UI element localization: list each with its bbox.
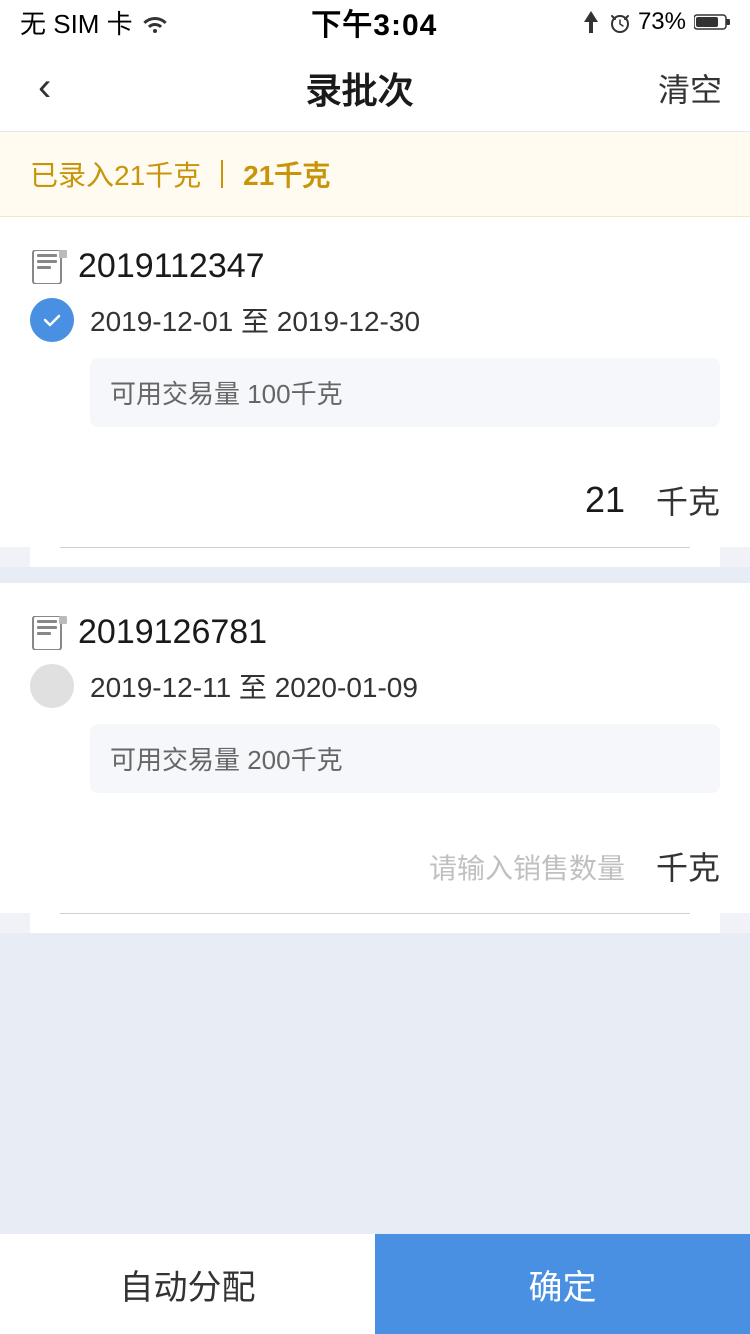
batch-doc-icon-2 <box>30 616 68 650</box>
batch-date-row-2[interactable]: 2019-12-11 至 2020-01-09 <box>30 664 720 708</box>
input-underline-2 <box>30 913 720 933</box>
batch-avail-qty-2: 可用交易量 200千克 <box>110 745 343 775</box>
batch-item-2: 2019126781 2019-12-11 至 2020-01-09 可用交易量… <box>0 583 750 823</box>
alarm-icon <box>610 11 630 33</box>
status-left: 无 SIM 卡 <box>20 4 169 41</box>
wifi-icon <box>141 11 169 33</box>
auto-distribute-button[interactable]: 自动分配 <box>0 1234 375 1334</box>
batch-checkbox-2[interactable] <box>30 664 74 708</box>
batch-avail-qty-1: 可用交易量 100千克 <box>110 379 343 409</box>
confirm-button[interactable]: 确定 <box>375 1234 750 1334</box>
summary-divider <box>221 160 223 188</box>
quantity-input-2[interactable] <box>175 845 640 887</box>
batch-quantity-row-2: 可用交易量 200千克 <box>90 724 720 793</box>
location-icon <box>580 11 602 33</box>
batch-date-row-1[interactable]: 2019-12-01 至 2019-12-30 <box>30 298 720 342</box>
batch-id-2: 2019126781 <box>78 613 267 652</box>
batch-doc-icon-1 <box>30 250 68 284</box>
section-separator <box>0 567 750 583</box>
summary-label: 已录入21千克 <box>30 154 201 194</box>
batch-checkbox-1[interactable] <box>30 298 74 342</box>
battery-label: 73% <box>638 8 686 36</box>
batch-date-2: 2019-12-11 至 2020-01-09 <box>90 666 418 706</box>
batch-quantity-row-1: 可用交易量 100千克 <box>90 358 720 427</box>
battery-icon <box>694 13 730 31</box>
batch-date-1: 2019-12-01 至 2019-12-30 <box>90 300 420 340</box>
input-row-1: 千克 <box>0 457 750 547</box>
page-title: 录批次 <box>306 62 414 114</box>
input-row-2: 千克 <box>0 823 750 913</box>
batch-item-1: 2019112347 2019-12-01 至 2019-12-30 可用交易量… <box>0 217 750 457</box>
status-bar: 无 SIM 卡 下午3:04 73% <box>0 0 750 44</box>
batch-id-1: 2019112347 <box>78 247 265 286</box>
clear-button[interactable]: 清空 <box>658 65 722 111</box>
back-button[interactable]: ‹ <box>28 55 61 120</box>
bottom-bar: 自动分配 确定 <box>0 1234 750 1334</box>
unit-label-2: 千克 <box>656 843 720 889</box>
input-underline-1 <box>30 547 720 567</box>
batch-header-2: 2019126781 <box>30 613 720 652</box>
status-time: 下午3:04 <box>311 0 437 44</box>
summary-value: 21千克 <box>243 154 330 194</box>
batch-header-1: 2019112347 <box>30 247 720 286</box>
unit-label-1: 千克 <box>656 477 720 523</box>
summary-bar: 已录入21千克 21千克 <box>0 132 750 217</box>
status-right: 73% <box>580 8 730 36</box>
carrier-label: 无 SIM 卡 <box>20 4 133 41</box>
quantity-input-1[interactable] <box>175 479 640 521</box>
nav-bar: ‹ 录批次 清空 <box>0 44 750 132</box>
